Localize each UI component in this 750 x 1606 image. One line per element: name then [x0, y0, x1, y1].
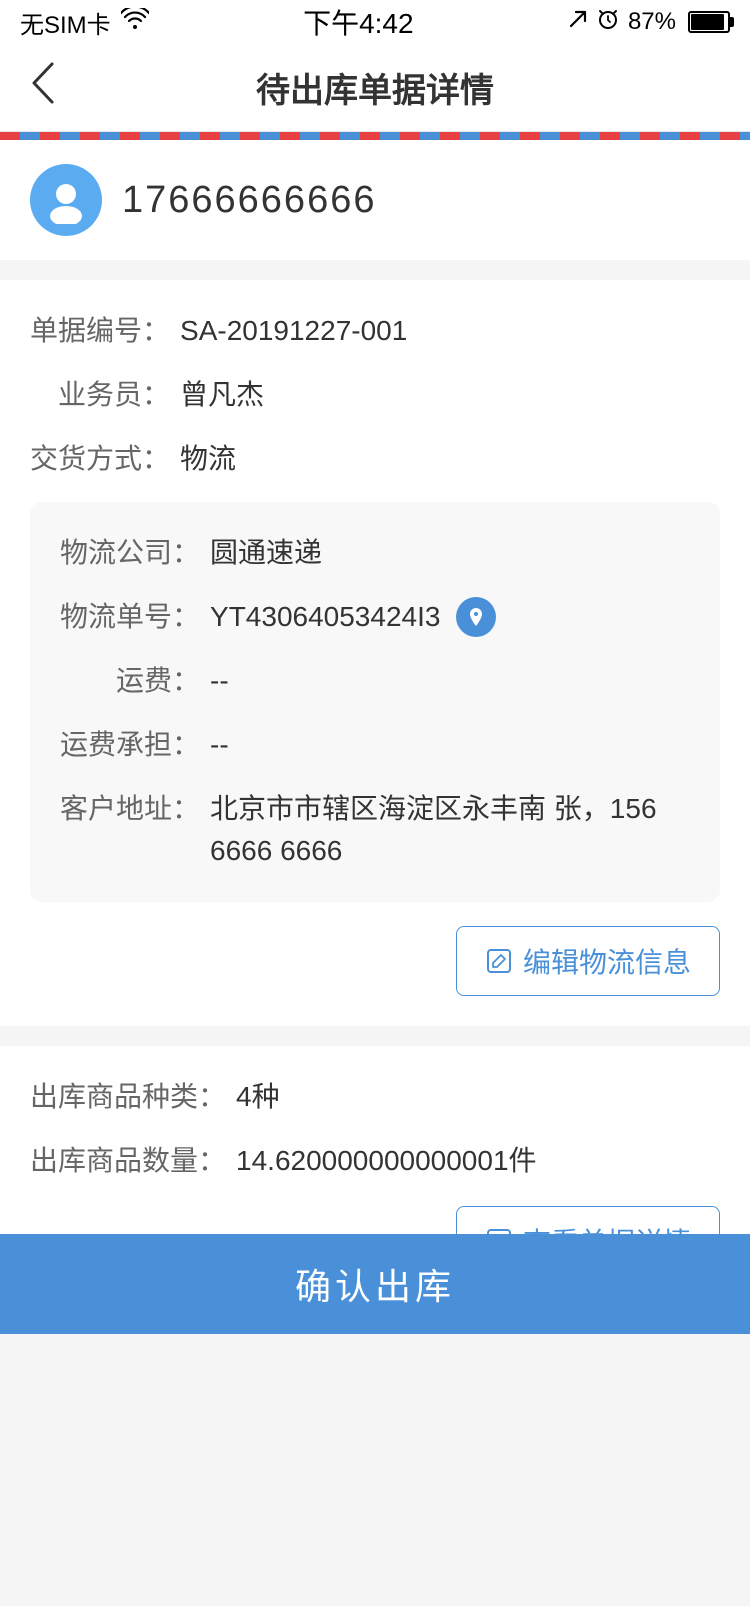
tracking-no-value: YT43064053424I3	[210, 596, 440, 638]
goods-type-label: 出库商品种类：	[30, 1076, 226, 1118]
confirm-label: 确认出库	[295, 1258, 455, 1310]
battery-percentage: 87%	[628, 8, 676, 36]
logistics-card: 物流公司： 圆通速递 物流单号： YT43064053424I3 运费： -- …	[30, 502, 720, 902]
order-info-section: 单据编号： SA-20191227-001 业务员： 曾凡杰 交货方式： 物流 …	[0, 280, 750, 1026]
freight-bearer-label: 运费承担：	[60, 724, 200, 766]
tracking-row: 物流单号： YT43064053424I3	[60, 596, 690, 638]
order-no-label: 单据编号：	[30, 310, 170, 352]
avatar	[30, 164, 102, 236]
freight-row: 运费： --	[60, 660, 690, 702]
status-bar: 无SIM卡 下午4:42 87%	[0, 0, 750, 44]
goods-type-row: 出库商品种类： 4种	[30, 1076, 720, 1118]
status-time: 下午4:42	[303, 2, 414, 42]
user-phone: 17666666666	[122, 179, 376, 222]
edit-logistics-button[interactable]: 编辑物流信息	[456, 926, 720, 996]
wifi-icon	[121, 8, 149, 37]
location-status-icon	[568, 8, 588, 37]
decorative-border	[0, 132, 750, 140]
edit-logistics-label: 编辑物流信息	[523, 941, 691, 981]
alarm-icon	[596, 7, 620, 38]
freight-bearer-row: 运费承担： --	[60, 724, 690, 766]
delivery-value: 物流	[180, 438, 720, 480]
goods-type-value: 4种	[236, 1076, 720, 1118]
bottom-spacer	[0, 1306, 750, 1506]
salesperson-row: 业务员： 曾凡杰	[30, 374, 720, 416]
edit-logistics-btn-row: 编辑物流信息	[30, 926, 720, 996]
battery-icon	[688, 11, 730, 33]
delivery-row: 交货方式： 物流	[30, 438, 720, 480]
address-label: 客户地址：	[60, 788, 200, 830]
address-value: 北京市市辖区海淀区永丰南 张，156 6666 6666	[210, 788, 690, 872]
user-section: 17666666666	[0, 140, 750, 260]
goods-qty-label: 出库商品数量：	[30, 1140, 226, 1182]
carrier-text: 无SIM卡	[20, 5, 111, 40]
status-right: 87%	[568, 7, 730, 38]
goods-qty-row: 出库商品数量： 14.620000000000001件	[30, 1140, 720, 1182]
status-left: 无SIM卡	[20, 5, 149, 40]
freight-value: --	[210, 660, 690, 702]
back-button[interactable]	[28, 60, 56, 115]
page-title: 待出库单据详情	[256, 63, 494, 112]
tracking-label: 物流单号：	[60, 596, 200, 638]
company-value: 圆通速递	[210, 532, 690, 574]
delivery-label: 交货方式：	[30, 438, 170, 480]
tracking-location-icon[interactable]	[456, 597, 496, 637]
freight-label: 运费：	[60, 660, 200, 702]
company-row: 物流公司： 圆通速递	[60, 532, 690, 574]
confirm-button[interactable]: 确认出库	[0, 1234, 750, 1334]
order-no-row: 单据编号： SA-20191227-001	[30, 310, 720, 352]
nav-bar: 待出库单据详情	[0, 44, 750, 132]
salesperson-value: 曾凡杰	[180, 374, 720, 416]
freight-bearer-value: --	[210, 724, 690, 766]
order-no-value: SA-20191227-001	[180, 310, 720, 352]
goods-qty-value: 14.620000000000001件	[236, 1140, 720, 1182]
address-row: 客户地址： 北京市市辖区海淀区永丰南 张，156 6666 6666	[60, 788, 690, 872]
salesperson-label: 业务员：	[30, 374, 170, 416]
company-label: 物流公司：	[60, 532, 200, 574]
